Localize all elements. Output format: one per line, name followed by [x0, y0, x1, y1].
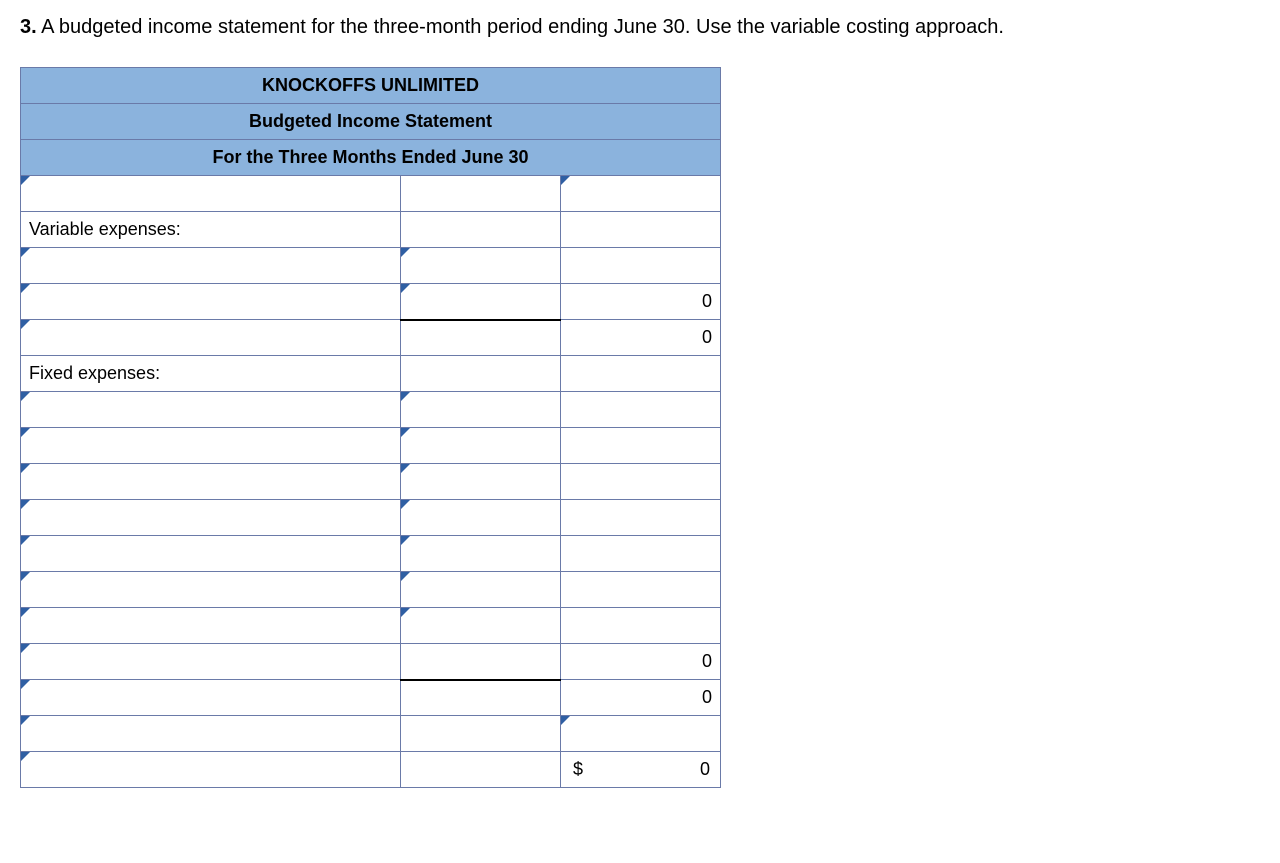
currency-symbol: $: [569, 759, 583, 780]
amount-cell[interactable]: [401, 536, 561, 572]
amount-cell[interactable]: [401, 176, 561, 212]
amount-cell: [561, 392, 721, 428]
line-item-select[interactable]: [21, 248, 401, 284]
computed-total: 0: [561, 284, 721, 320]
amount-cell[interactable]: [401, 248, 561, 284]
amount-cell: [561, 536, 721, 572]
amount-cell[interactable]: [401, 572, 561, 608]
amount-cell[interactable]: [561, 176, 721, 212]
grand-total-value: 0: [700, 759, 712, 780]
line-item-select[interactable]: [21, 644, 401, 680]
computed-total: 0: [561, 644, 721, 680]
grand-total: $ 0: [561, 752, 721, 788]
amount-cell: [561, 356, 721, 392]
amount-cell: [401, 644, 561, 680]
amount-cell: [401, 680, 561, 716]
amount-cell: [561, 608, 721, 644]
line-item-select[interactable]: [21, 536, 401, 572]
amount-cell: [401, 356, 561, 392]
amount-cell[interactable]: [401, 284, 561, 320]
line-item-select[interactable]: [21, 176, 401, 212]
header-title: Budgeted Income Statement: [21, 104, 721, 140]
question-prompt: 3. A budgeted income statement for the t…: [20, 14, 1260, 41]
fixed-expenses-label: Fixed expenses:: [21, 356, 401, 392]
amount-cell: [401, 716, 561, 752]
line-item-select[interactable]: [21, 320, 401, 356]
line-item-select[interactable]: [21, 716, 401, 752]
computed-total: 0: [561, 320, 721, 356]
line-item-select[interactable]: [21, 464, 401, 500]
line-item-select[interactable]: [21, 608, 401, 644]
amount-cell[interactable]: [401, 500, 561, 536]
line-item-select[interactable]: [21, 752, 401, 788]
amount-cell: [561, 248, 721, 284]
computed-total: 0: [561, 680, 721, 716]
variable-expenses-label: Variable expenses:: [21, 212, 401, 248]
amount-cell[interactable]: [401, 428, 561, 464]
line-item-select[interactable]: [21, 428, 401, 464]
amount-cell: [401, 320, 561, 356]
line-item-select[interactable]: [21, 680, 401, 716]
header-company: KNOCKOFFS UNLIMITED: [21, 68, 721, 104]
amount-cell: [401, 752, 561, 788]
question-number: 3.: [20, 16, 37, 38]
question-text: A budgeted income statement for the thre…: [41, 16, 1004, 38]
amount-cell: [561, 500, 721, 536]
amount-cell[interactable]: [401, 392, 561, 428]
amount-cell: [561, 212, 721, 248]
header-period: For the Three Months Ended June 30: [21, 140, 721, 176]
amount-cell: [401, 212, 561, 248]
amount-cell: [561, 572, 721, 608]
line-item-select[interactable]: [21, 572, 401, 608]
line-item-select[interactable]: [21, 284, 401, 320]
amount-cell: [561, 464, 721, 500]
amount-cell: [561, 428, 721, 464]
amount-cell[interactable]: [561, 716, 721, 752]
line-item-select[interactable]: [21, 392, 401, 428]
income-statement-table: KNOCKOFFS UNLIMITED Budgeted Income Stat…: [20, 67, 721, 788]
amount-cell[interactable]: [401, 608, 561, 644]
amount-cell[interactable]: [401, 464, 561, 500]
line-item-select[interactable]: [21, 500, 401, 536]
